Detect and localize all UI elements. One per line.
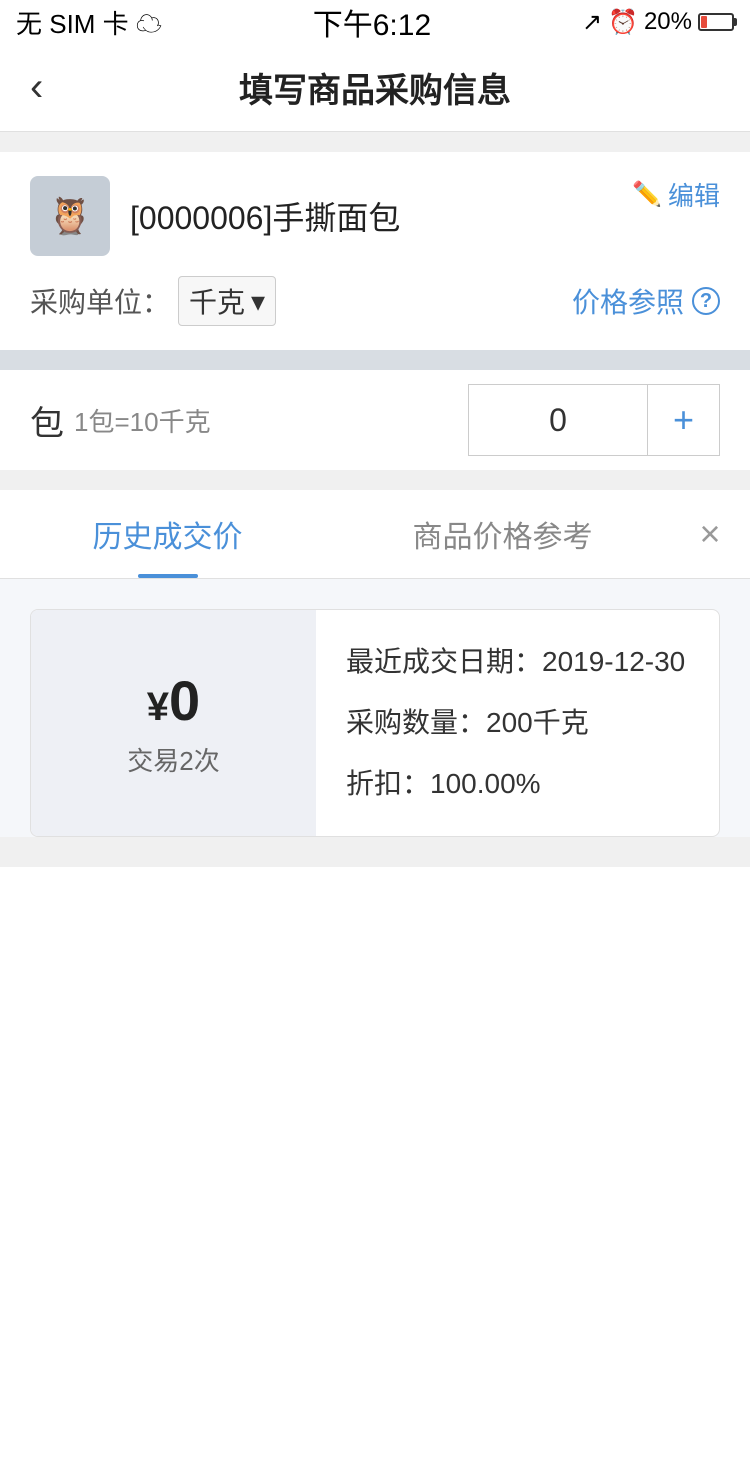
recent-date-label: 最近成交日期： bbox=[346, 646, 542, 677]
edit-button[interactable]: ✏️ 编辑 bbox=[632, 176, 720, 213]
edit-icon: ✏️ bbox=[632, 180, 662, 209]
transaction-count: 交易2次 bbox=[127, 741, 219, 778]
purchase-qty-value: 200千克 bbox=[486, 707, 589, 738]
unit-conversion-label: 1包=10千克 bbox=[74, 402, 211, 439]
unit-value: 千克 bbox=[189, 281, 245, 321]
product-header: 🦉 [0000006]手撕面包 ✏️ 编辑 bbox=[30, 176, 720, 256]
discount-label: 折扣： bbox=[346, 768, 430, 799]
product-section: 🦉 [0000006]手撕面包 ✏️ 编辑 采购单位： 千克 ▾ 价格参照 ? bbox=[0, 152, 750, 350]
location-icon: ↗ bbox=[582, 8, 602, 37]
recent-date-value: 2019-12-30 bbox=[542, 646, 685, 677]
status-right: ↗ ⏰ 20% bbox=[582, 8, 734, 37]
quantity-input[interactable]: 0 bbox=[468, 384, 648, 456]
price-ref-label: 价格参照 bbox=[572, 281, 684, 321]
currency-symbol: ¥ bbox=[147, 685, 169, 729]
tab-header: 历史成交价 商品价格参考 × bbox=[0, 490, 750, 579]
discount-value: 100.00% bbox=[430, 768, 541, 799]
quantity-controls: 0 + bbox=[468, 384, 720, 456]
back-button[interactable]: ‹ bbox=[30, 65, 43, 110]
product-name: [0000006]手撕面包 bbox=[130, 193, 400, 239]
price-reference-button[interactable]: 价格参照 ? bbox=[572, 281, 720, 321]
product-unit-row: 采购单位： 千克 ▾ 价格参照 ? bbox=[30, 276, 720, 326]
unit-label: 采购单位： bbox=[30, 281, 170, 321]
price-card-right: 最近成交日期：2019-12-30 采购数量：200千克 折扣：100.00% bbox=[316, 610, 719, 836]
page-title: 填写商品采购信息 bbox=[239, 63, 511, 112]
unit-big-label: 包 bbox=[30, 396, 64, 445]
battery-icon bbox=[698, 13, 734, 31]
no-sim-label: 无 SIM 卡 ☁ bbox=[16, 4, 162, 41]
quantity-plus-button[interactable]: + bbox=[648, 384, 720, 456]
tab-history-price[interactable]: 历史成交价 bbox=[0, 490, 335, 578]
nav-bar: ‹ 填写商品采购信息 bbox=[0, 44, 750, 132]
status-left: 无 SIM 卡 ☁ bbox=[16, 4, 162, 41]
purchase-qty-label: 采购数量： bbox=[346, 707, 486, 738]
product-left: 🦉 [0000006]手撕面包 bbox=[30, 176, 400, 256]
discount-row: 折扣：100.00% bbox=[346, 762, 689, 807]
price-card: ¥0 交易2次 最近成交日期：2019-12-30 采购数量：200千克 折扣：… bbox=[30, 609, 720, 837]
edit-label: 编辑 bbox=[668, 176, 720, 213]
unit-select[interactable]: 千克 ▾ bbox=[178, 276, 276, 326]
alarm-icon: ⏰ bbox=[608, 8, 638, 37]
tab-product-price-ref[interactable]: 商品价格参考 bbox=[335, 490, 670, 578]
price-amount: ¥0 bbox=[147, 668, 200, 733]
separator bbox=[0, 350, 750, 370]
tab-close-button[interactable]: × bbox=[670, 490, 750, 578]
price-card-left: ¥0 交易2次 bbox=[31, 610, 316, 836]
quantity-section: 包 1包=10千克 0 + bbox=[0, 370, 750, 470]
tab-section: 历史成交价 商品价格参考 × ¥0 交易2次 最近成交日期：2019-12-30… bbox=[0, 490, 750, 837]
product-logo-icon: 🦉 bbox=[48, 195, 93, 237]
status-bar: 无 SIM 卡 ☁ 下午6:12 ↗ ⏰ 20% bbox=[0, 0, 750, 44]
content-area bbox=[0, 867, 750, 1467]
quantity-unit-label: 包 1包=10千克 bbox=[30, 396, 211, 445]
battery-percent: 20% bbox=[644, 8, 692, 36]
recent-date-row: 最近成交日期：2019-12-30 bbox=[346, 640, 689, 685]
unit-chevron-icon: ▾ bbox=[251, 285, 265, 318]
price-value: 0 bbox=[169, 669, 200, 732]
product-thumbnail: 🦉 bbox=[30, 176, 110, 256]
purchase-qty-row: 采购数量：200千克 bbox=[346, 701, 689, 746]
question-circle-icon: ? bbox=[692, 287, 720, 315]
status-time: 下午6:12 bbox=[313, 0, 431, 44]
